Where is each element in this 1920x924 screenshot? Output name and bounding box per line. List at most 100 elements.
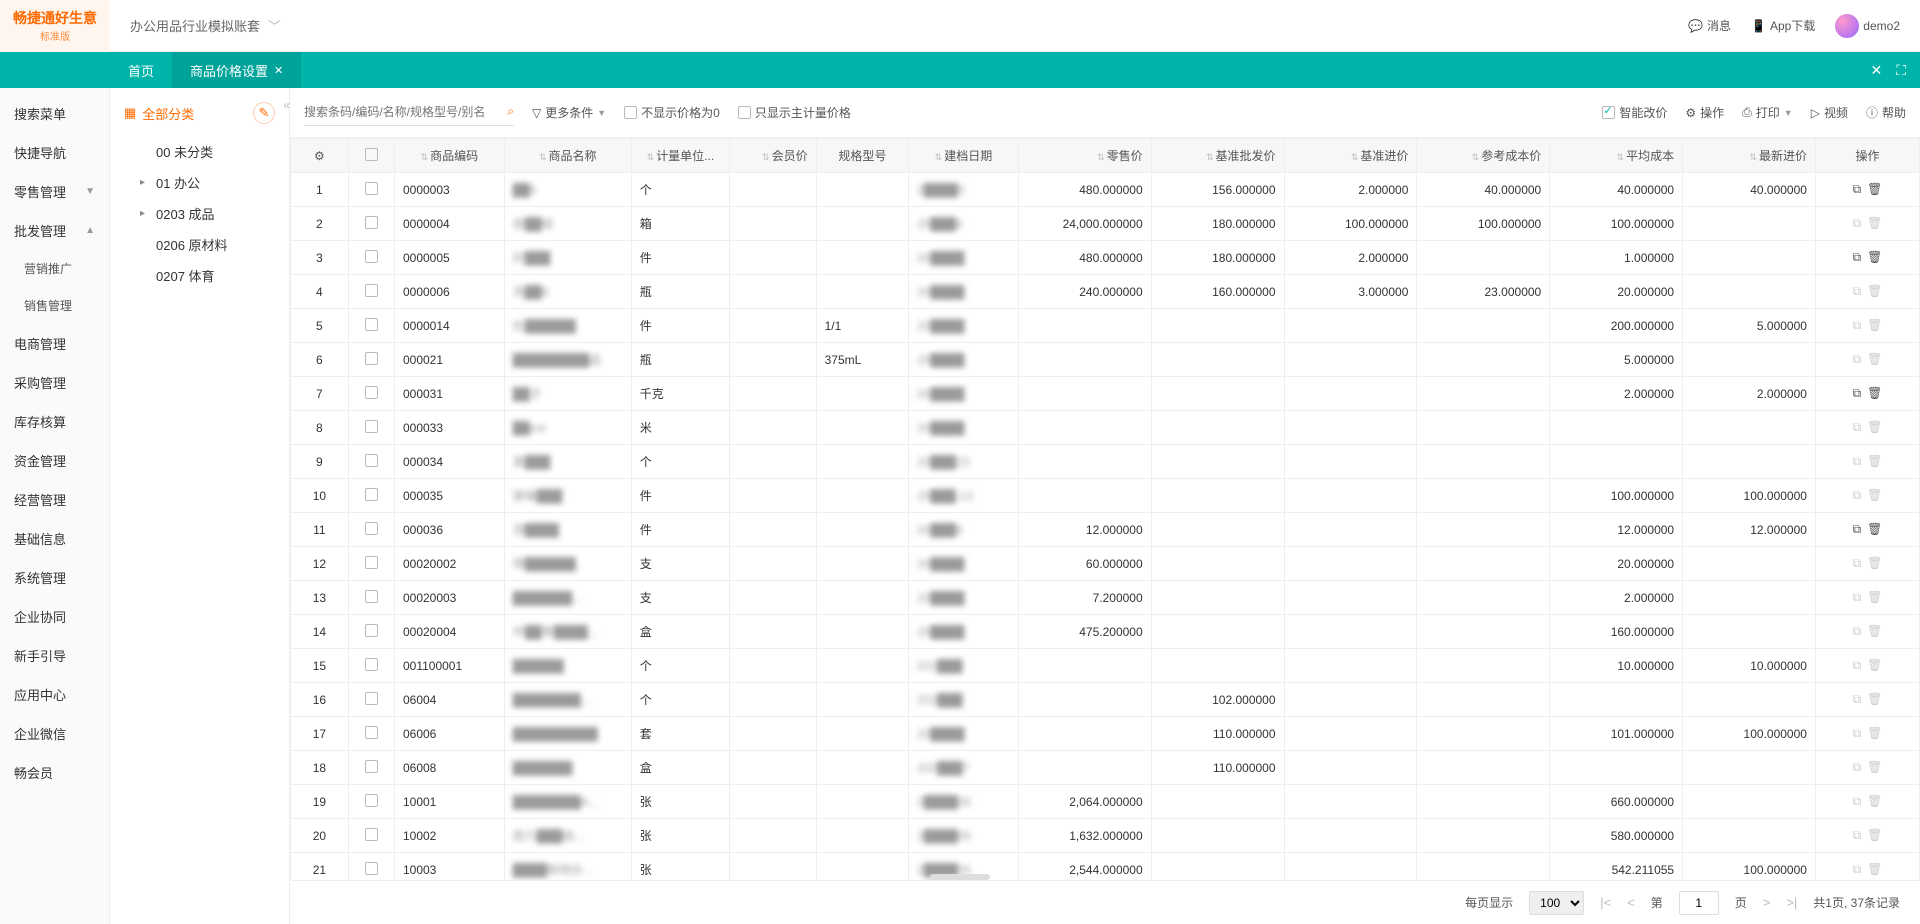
delete-icon[interactable]: 🗑 [1867,522,1882,537]
delete-icon[interactable]: 🗑 [1867,862,1882,877]
copy-icon[interactable]: ⧉ [1853,522,1862,537]
delete-icon[interactable]: 🗑 [1867,658,1882,673]
table-row[interactable]: 3 0000005 衬███ 件 20████ 480.000000 180.0… [291,241,1920,275]
sidebar-item[interactable]: 经营管理 [0,480,109,519]
col-latest[interactable]: ⇅最新进价 [1683,139,1816,173]
copy-icon[interactable]: ⧉ [1853,828,1862,843]
search-input[interactable] [304,100,514,126]
table-row[interactable]: 12 00020002 得██████. 支 20████ 60.000000 … [291,547,1920,581]
delete-icon[interactable]: 🗑 [1867,420,1882,435]
tab-price-settings[interactable]: 商品价格设置 ✕ [172,52,301,88]
table-row[interactable]: 4 0000006 洗██K 瓶 20████ 240.000000 160.0… [291,275,1920,309]
delete-icon[interactable]: 🗑 [1867,182,1882,197]
copy-icon[interactable]: ⧉ [1853,284,1862,299]
col-avgcost[interactable]: ⇅平均成本 [1550,139,1683,173]
page-input[interactable] [1679,891,1719,915]
fullscreen-icon[interactable]: ⛶ [1896,62,1906,79]
sidebar-item[interactable]: 资金管理 [0,441,109,480]
copy-icon[interactable]: ⧉ [1853,760,1862,775]
sidebar-search[interactable]: 搜索菜单 [0,94,109,133]
row-checkbox[interactable] [348,173,394,207]
delete-icon[interactable]: 🗑 [1867,828,1882,843]
category-all[interactable]: ▦ 全部分类 ✎ [118,98,281,128]
messages-button[interactable]: 💬 消息 [1688,17,1731,34]
table-row[interactable]: 6 000021 █████████品 瓶 375mL 20████ 5.000… [291,343,1920,377]
search-icon[interactable]: ⌕ [507,104,514,119]
row-checkbox[interactable] [348,751,394,785]
category-item[interactable]: 0206 原材料 [118,229,281,260]
delete-icon[interactable]: 🗑 [1867,556,1882,571]
row-checkbox[interactable] [348,819,394,853]
col-wholesale[interactable]: ⇅基准批发价 [1151,139,1284,173]
sidebar-item[interactable]: 应用中心 [0,675,109,714]
operations-button[interactable]: ⚙ 操作 [1685,104,1724,121]
tab-home[interactable]: 首页 [110,52,172,88]
delete-icon[interactable]: 🗑 [1867,726,1882,741]
delete-icon[interactable]: 🗑 [1867,250,1882,265]
next-page-icon[interactable]: > [1763,895,1771,910]
delete-icon[interactable]: 🗑 [1867,284,1882,299]
row-checkbox[interactable] [348,275,394,309]
delete-icon[interactable]: 🗑 [1867,318,1882,333]
resize-handle[interactable] [930,874,990,880]
col-unit[interactable]: ⇅计量单位... [631,139,729,173]
copy-icon[interactable]: ⧉ [1853,352,1862,367]
sidebar-item[interactable]: 电商管理 [0,324,109,363]
row-checkbox[interactable] [348,683,394,717]
sidebar-quicknav[interactable]: 快捷导航 [0,133,109,172]
col-name[interactable]: ⇅商品名称 [504,139,631,173]
table-row[interactable]: 8 000033 ██est 米 20████ ⧉ 🗑 [291,411,1920,445]
copy-icon[interactable]: ⧉ [1853,624,1862,639]
sidebar-item[interactable]: 新手引导 [0,636,109,675]
delete-icon[interactable]: 🗑 [1867,624,1882,639]
col-basein[interactable]: ⇅基准进价 [1284,139,1417,173]
workspace-selector[interactable]: 办公用品行业模拟账套 ﹀ [110,16,301,35]
category-item[interactable]: 0207 体育 [118,260,281,291]
video-button[interactable]: ▷ 视频 [1811,104,1848,121]
row-checkbox[interactable] [348,513,394,547]
category-item[interactable]: 00 未分类 [118,136,281,167]
row-checkbox[interactable] [348,207,394,241]
col-member[interactable]: ⇅会员价 [729,139,816,173]
col-settings[interactable]: ⚙ [291,139,349,173]
tabs-close-all-icon[interactable]: ✕ [1870,62,1882,79]
only-main-unit-checkbox[interactable]: 只显示主计量价格 [738,104,851,121]
row-checkbox[interactable] [348,241,394,275]
table-wrap[interactable]: ⚙ ⇅商品编码 ⇅商品名称 ⇅计量单位... ⇅会员价 规格型号 ⇅建档日期 ⇅… [290,138,1920,880]
smart-price-checkbox[interactable]: 智能改价 [1602,104,1667,121]
prev-page-icon[interactable]: < [1627,895,1635,910]
table-row[interactable]: 21 10003 ████新特办... 张 2████05 2,544.0000… [291,853,1920,881]
row-checkbox[interactable] [348,547,394,581]
collapse-panel-icon[interactable]: « [283,98,290,112]
delete-icon[interactable]: 🗑 [1867,692,1882,707]
copy-icon[interactable]: ⧉ [1853,182,1862,197]
table-row[interactable]: 16 06004 ████████... 个 202███ 102.000000… [291,683,1920,717]
table-row[interactable]: 13 00020003 ███████... 支 20████ 7.200000… [291,581,1920,615]
category-item[interactable]: ▸01 办公 [118,167,281,198]
copy-icon[interactable]: ⧉ [1853,556,1862,571]
row-checkbox[interactable] [348,717,394,751]
sidebar-item[interactable]: 基础信息 [0,519,109,558]
sidebar-item[interactable]: 批发管理▲ [0,211,109,250]
table-row[interactable]: 2 0000004 收██纸 箱 20███8 24,000.000000 18… [291,207,1920,241]
edit-icon[interactable]: ✎ [253,102,275,124]
print-button[interactable]: ⎙ 打印 ▼ [1742,104,1793,121]
copy-icon[interactable]: ⧉ [1853,386,1862,401]
table-row[interactable]: 11 000036 测████ 件 20███8 12.000000 12.00… [291,513,1920,547]
last-page-icon[interactable]: >| [1786,895,1797,910]
sidebar-item[interactable]: 企业协同 [0,597,109,636]
delete-icon[interactable]: 🗑 [1867,216,1882,231]
table-row[interactable]: 10 000035 玻璃███ 件 20███-13 100.000000 10… [291,479,1920,513]
row-checkbox[interactable] [348,853,394,881]
delete-icon[interactable]: 🗑 [1867,488,1882,503]
help-button[interactable]: ⓘ 帮助 [1866,104,1906,121]
copy-icon[interactable]: ⧉ [1853,726,1862,741]
table-row[interactable]: 7 000031 ██子 千克 20████ 2.000000 2.000000… [291,377,1920,411]
first-page-icon[interactable]: |< [1600,895,1611,910]
table-row[interactable]: 14 00020004 中██零████... 盒 20████ 475.200… [291,615,1920,649]
app-download-button[interactable]: 📱 App下载 [1751,17,1815,34]
row-checkbox[interactable] [348,615,394,649]
delete-icon[interactable]: 🗑 [1867,386,1882,401]
row-checkbox[interactable] [348,309,394,343]
sidebar-item[interactable]: 系统管理 [0,558,109,597]
